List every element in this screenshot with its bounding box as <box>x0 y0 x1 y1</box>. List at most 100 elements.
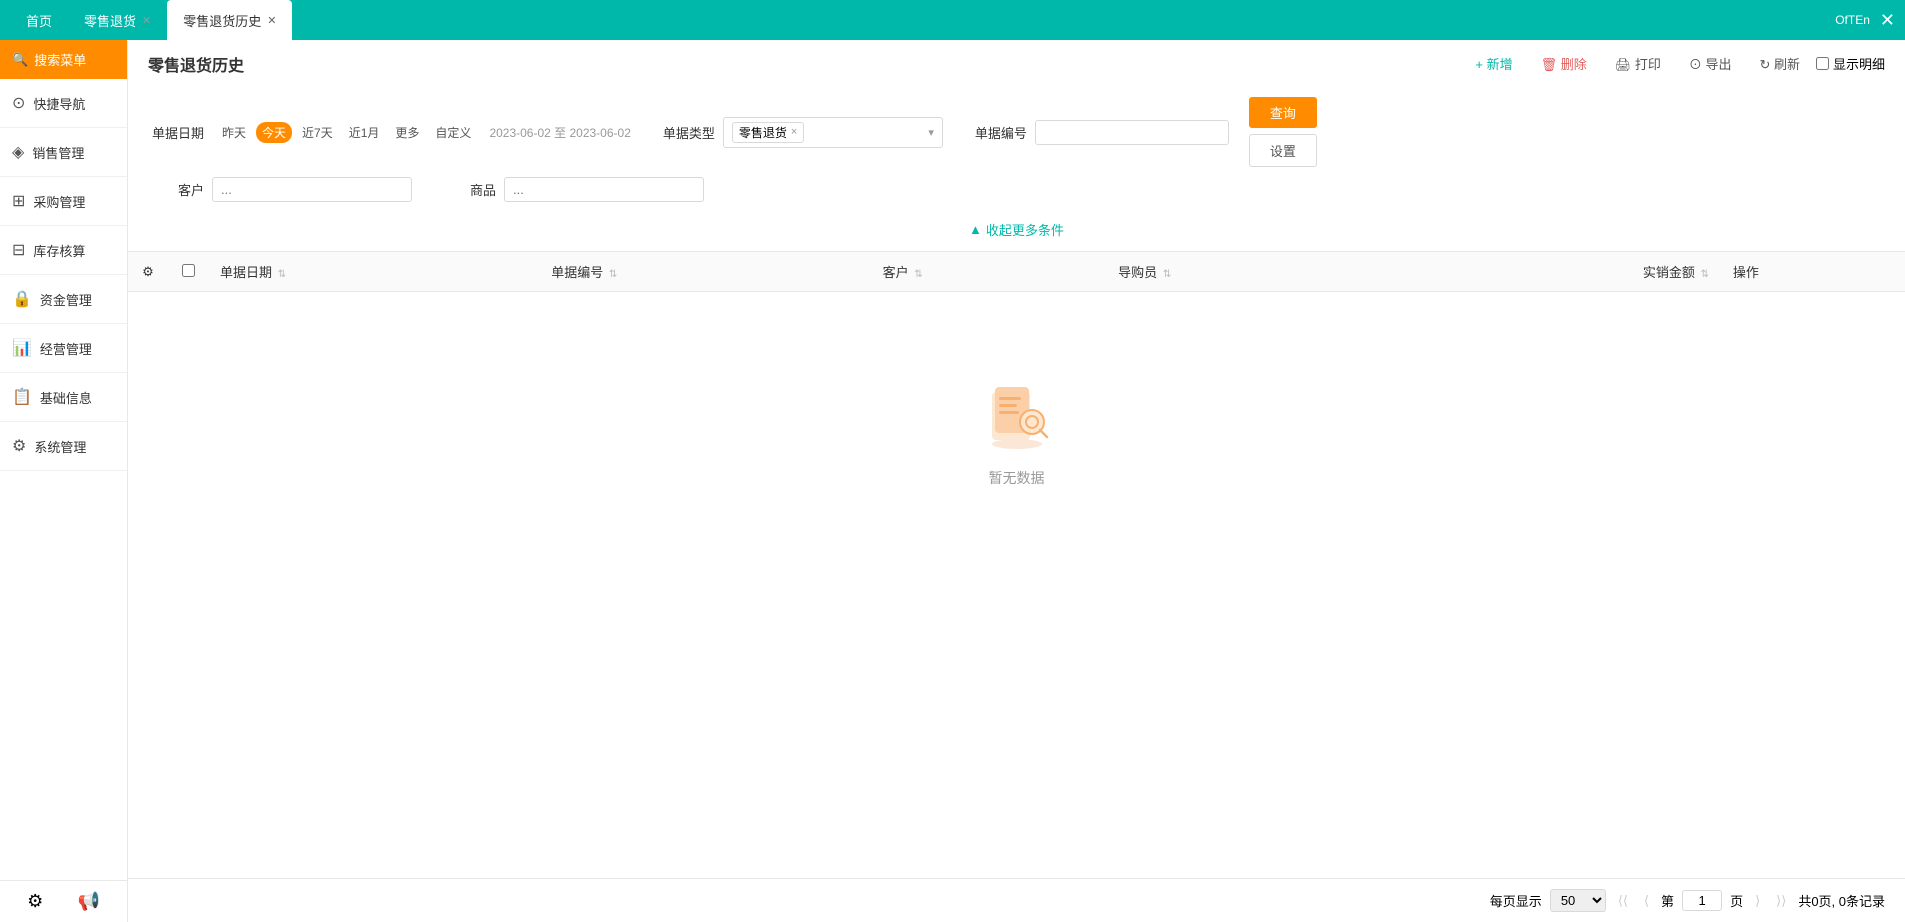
sidebar-item-purchase-mgmt[interactable]: ⊞ 采购管理 <box>0 177 127 226</box>
voucher-num-label: 单据编号 <box>971 123 1027 142</box>
tab-home[interactable]: 首页 <box>10 11 68 30</box>
date-quick-options: 昨天 今天 近7天 近1月 更多 自定义 <box>216 122 477 143</box>
date-btn-7days[interactable]: 近7天 <box>296 122 339 143</box>
sort-guide-icon: ⇅ <box>1163 269 1171 280</box>
sidebar-item-sys-mgmt[interactable]: ⚙ 系统管理 <box>0 422 127 471</box>
action-buttons: 查询 设置 <box>1249 97 1317 167</box>
voucher-type-tag-close[interactable]: × <box>791 126 797 138</box>
purchase-icon: ⊞ <box>12 191 25 211</box>
tab-close-retail-return-history[interactable]: ✕ <box>267 14 276 27</box>
th-date[interactable]: 单据日期 ⇅ <box>208 252 539 292</box>
sort-amount-icon: ⇅ <box>1701 269 1709 280</box>
main-layout: 🔍 搜索菜单 ⊙ 快捷导航 ◈ 销售管理 ⊞ 采购管理 ⊟ 库存核算 🔒 资金管… <box>0 40 1905 922</box>
empty-icon <box>977 372 1057 452</box>
sort-num-icon: ⇅ <box>609 269 617 280</box>
total-info: 共0页, 0条记录 <box>1798 891 1885 910</box>
search-icon: 🔍 <box>12 52 28 68</box>
new-button[interactable]: + 新增 <box>1467 50 1520 77</box>
sidebar: 🔍 搜索菜单 ⊙ 快捷导航 ◈ 销售管理 ⊞ 采购管理 ⊟ 库存核算 🔒 资金管… <box>0 40 128 922</box>
per-page-select[interactable]: 50 100 200 <box>1550 889 1606 912</box>
page-label: 第 <box>1661 891 1674 910</box>
sidebar-item-basic-info[interactable]: 📋 基础信息 <box>0 373 127 422</box>
toolbar: + 新增 🗑 删除 🖨 打印 ⊙ 导出 ↻ 刷新 <box>1467 50 1808 77</box>
page-header: 零售退货历史 + 新增 🗑 删除 🖨 打印 ⊙ 导出 ↻ 刷新 显示明细 <box>128 40 1905 252</box>
sidebar-item-finance-mgmt[interactable]: 🔒 资金管理 <box>0 275 127 324</box>
next-page-btn[interactable]: ⟩ <box>1751 891 1764 911</box>
pagination-bar: 每页显示 50 100 200 ⟨⟨ ⟨ 第 1 页 ⟩ ⟩⟩ 共0页, 0条记… <box>128 878 1905 922</box>
th-action: 操作 <box>1721 252 1905 292</box>
goods-filter-label: 商品 <box>440 180 496 199</box>
collapse-more-conditions[interactable]: ▲ 收起更多条件 <box>957 216 1076 243</box>
voucher-type-dropdown[interactable]: 零售退货 × ▾ <box>723 117 943 148</box>
content-area: 零售退货历史 + 新增 🗑 删除 🖨 打印 ⊙ 导出 ↻ 刷新 显示明细 <box>128 40 1905 922</box>
window-close-button[interactable]: ✕ <box>1880 10 1895 31</box>
display-detail-checkbox[interactable]: 显示明细 <box>1816 54 1885 73</box>
empty-text: 暂无数据 <box>989 468 1045 488</box>
th-num[interactable]: 单据编号 ⇅ <box>539 252 870 292</box>
date-filter-label: 单据日期 <box>148 123 204 142</box>
tab-retail-return-history[interactable]: 零售退货历史 ✕ <box>167 0 292 40</box>
inventory-icon: ⊟ <box>12 240 25 260</box>
select-all-checkbox[interactable] <box>182 264 195 277</box>
sidebar-item-ops-mgmt[interactable]: 📊 经营管理 <box>0 324 127 373</box>
sales-icon: ◈ <box>12 142 24 162</box>
voucher-type-label: 单据类型 <box>659 123 715 142</box>
footer-speaker-icon[interactable]: 📢 <box>77 891 99 912</box>
sort-customer-icon: ⇅ <box>914 269 922 280</box>
page-title: 零售退货历史 <box>148 52 244 76</box>
refresh-button[interactable]: ↻ 刷新 <box>1751 50 1808 77</box>
th-customer[interactable]: 客户 ⇅ <box>871 252 1107 292</box>
voucher-type-tag: 零售退货 × <box>732 122 804 143</box>
first-page-btn[interactable]: ⟨⟨ <box>1614 891 1632 911</box>
sidebar-item-sales-mgmt[interactable]: ◈ 销售管理 <box>0 128 127 177</box>
sort-date-icon: ⇅ <box>278 269 286 280</box>
often-text: OfTEn <box>1835 13 1870 27</box>
filter-area: 单据日期 昨天 今天 近7天 近1月 更多 自定义 2023-06-02 至 2… <box>148 85 1885 251</box>
sidebar-footer: ⚙ 📢 <box>0 880 127 922</box>
date-range-display: 2023-06-02 至 2023-06-02 <box>489 124 630 141</box>
th-settings[interactable]: ⚙ <box>128 252 168 292</box>
customer-input[interactable] <box>212 177 412 202</box>
goods-input[interactable] <box>504 177 704 202</box>
prev-page-btn[interactable]: ⟨ <box>1640 891 1653 911</box>
sidebar-item-inventory-mgmt[interactable]: ⊟ 库存核算 <box>0 226 127 275</box>
collapse-icon: ▲ <box>969 222 982 237</box>
sidebar-item-quick-nav[interactable]: ⊙ 快捷导航 <box>0 79 127 128</box>
print-button[interactable]: 🖨 打印 <box>1607 50 1669 77</box>
finance-icon: 🔒 <box>12 289 32 309</box>
display-detail-check[interactable] <box>1816 57 1829 70</box>
table-container: ⚙ 单据日期 ⇅ 单据编号 ⇅ 客户 <box>128 252 1905 878</box>
date-btn-custom[interactable]: 自定义 <box>429 122 477 143</box>
empty-state: 暂无数据 <box>128 292 1905 568</box>
top-bar: 首页 零售退货 ✕ 零售退货历史 ✕ OfTEn ✕ <box>0 0 1905 40</box>
last-page-btn[interactable]: ⟩⟩ <box>1772 891 1790 911</box>
search-menu[interactable]: 🔍 搜索菜单 <box>0 40 127 79</box>
export-button[interactable]: ⊙ 导出 <box>1681 50 1740 77</box>
sys-icon: ⚙ <box>12 436 26 456</box>
tab-close-retail-return[interactable]: ✕ <box>142 14 151 27</box>
date-btn-yesterday[interactable]: 昨天 <box>216 122 252 143</box>
filter-row-date: 单据日期 昨天 今天 近7天 近1月 更多 自定义 2023-06-02 至 2… <box>148 97 1885 167</box>
date-btn-today[interactable]: 今天 <box>256 122 292 143</box>
settings-button[interactable]: 设置 <box>1249 134 1317 167</box>
data-table: ⚙ 单据日期 ⇅ 单据编号 ⇅ 客户 <box>128 252 1905 292</box>
voucher-num-input[interactable] <box>1035 120 1229 145</box>
date-btn-1month[interactable]: 近1月 <box>343 122 386 143</box>
delete-button[interactable]: 🗑 删除 <box>1533 50 1595 77</box>
quick-nav-icon: ⊙ <box>12 93 25 113</box>
table-header-row: ⚙ 单据日期 ⇅ 单据编号 ⇅ 客户 <box>128 252 1905 292</box>
th-checkbox[interactable] <box>168 252 208 292</box>
customer-filter-label: 客户 <box>148 180 204 199</box>
tab-retail-return[interactable]: 零售退货 ✕ <box>68 0 167 40</box>
footer-gear-icon[interactable]: ⚙ <box>27 891 43 912</box>
filter-row-customer: 客户 商品 <box>148 177 1885 202</box>
per-page-label: 每页显示 <box>1490 891 1542 910</box>
th-guide[interactable]: 导购员 ⇅ <box>1106 252 1389 292</box>
voucher-type-arrow: ▾ <box>928 126 934 139</box>
date-btn-more[interactable]: 更多 <box>389 122 425 143</box>
ops-icon: 📊 <box>12 338 32 358</box>
th-amount[interactable]: 实销金额 ⇅ <box>1390 252 1721 292</box>
basic-info-icon: 📋 <box>12 387 32 407</box>
page-input[interactable]: 1 <box>1682 890 1722 911</box>
query-button[interactable]: 查询 <box>1249 97 1317 128</box>
